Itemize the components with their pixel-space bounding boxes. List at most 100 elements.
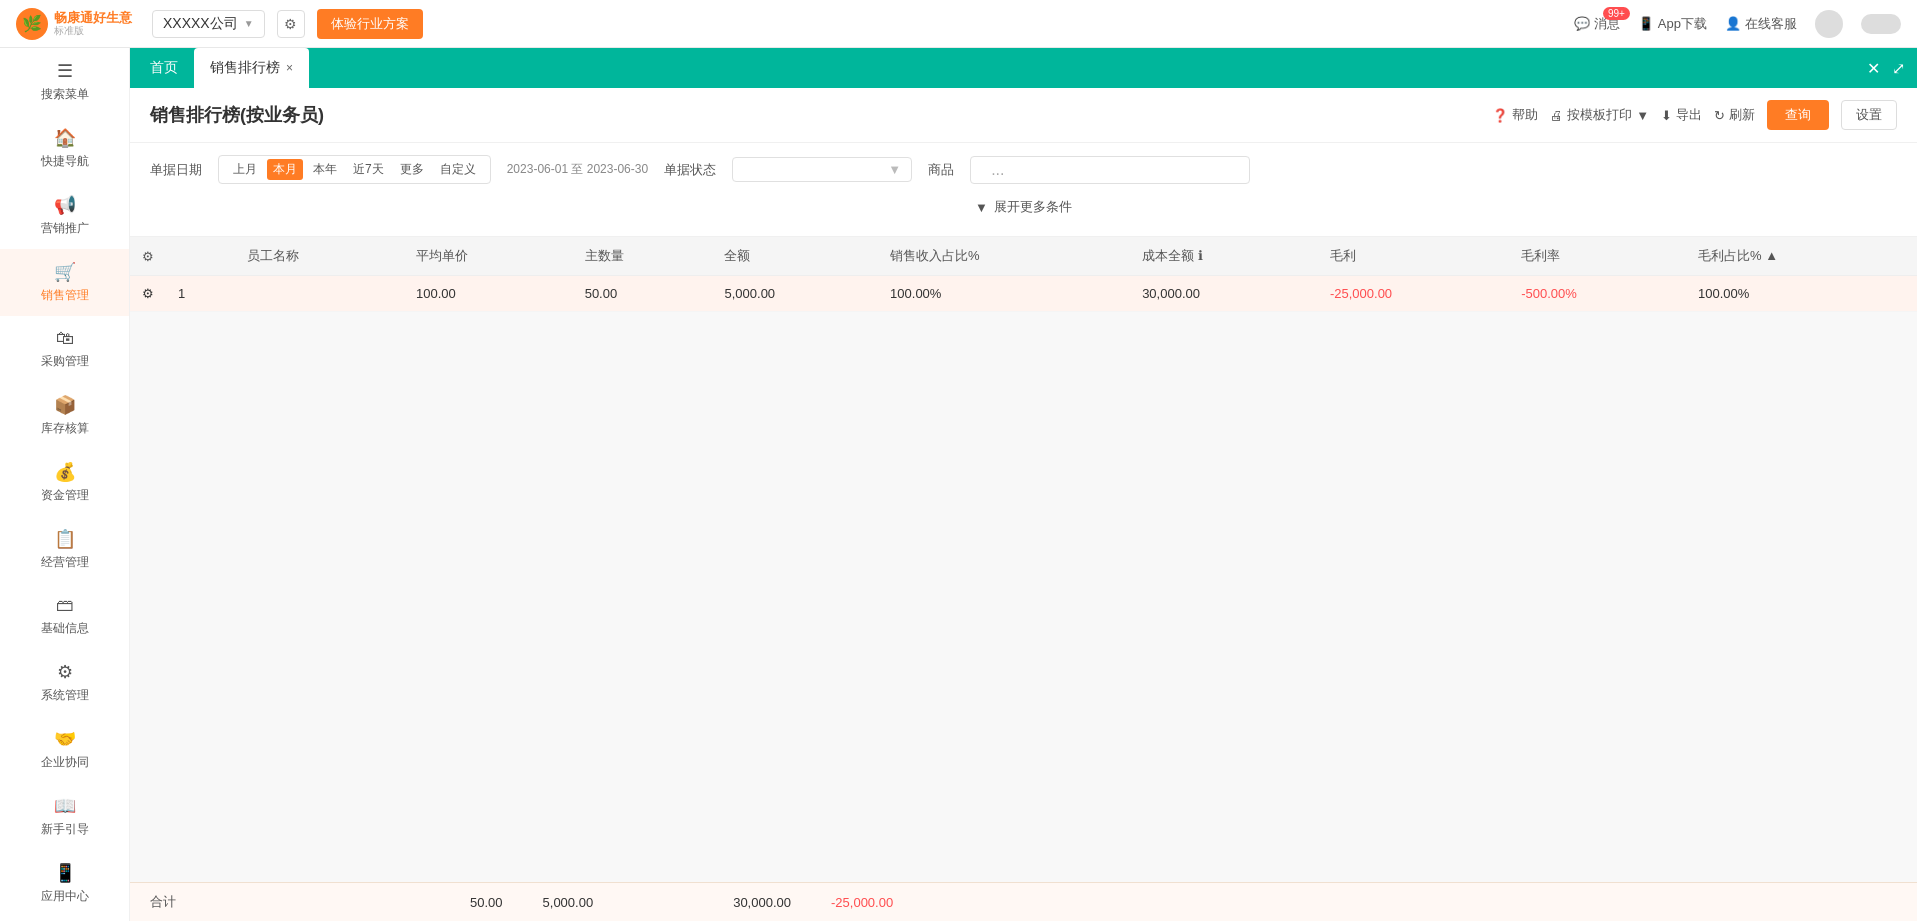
col-gross-rate: 毛利率	[1509, 237, 1686, 276]
company-name: XXXXX公司	[163, 15, 238, 33]
app-name: 畅康通好生意	[54, 10, 132, 26]
row-amount: 5,000.00	[712, 276, 878, 312]
query-button[interactable]: 查询	[1767, 100, 1829, 130]
refresh-icon: ↻	[1714, 108, 1725, 123]
system-icon: ⚙	[57, 661, 73, 683]
date-tab-自定义[interactable]: 自定义	[434, 159, 482, 180]
settings-button[interactable]: 设置	[1841, 100, 1897, 130]
date-tab-近7天[interactable]: 近7天	[347, 159, 390, 180]
refresh-button[interactable]: ↻ 刷新	[1714, 106, 1755, 124]
sidebar: ☰ 搜索菜单 🏠 快捷导航 📢 营销推广 🛒销售管理🛍采购管理📦库存核算💰资金管理 📋 经营管理…	[0, 48, 130, 921]
sidebar-item-wechat[interactable]: 💬企业微信	[0, 917, 129, 921]
sidebar-item-purchase[interactable]: 🛍采购管理	[0, 316, 129, 382]
sidebar-item-system[interactable]: ⚙ 系统管理	[0, 649, 129, 716]
settings-icon[interactable]: ⚙	[277, 10, 305, 38]
goods-select[interactable]: ...	[970, 156, 1250, 184]
sidebar-item-inventory[interactable]: 📦库存核算	[0, 382, 129, 449]
base-info-icon: 🗃	[56, 595, 74, 616]
footer-cost: 30,000.00	[733, 895, 791, 910]
sidebar-item-quick-nav[interactable]: 🏠 快捷导航	[0, 115, 129, 182]
date-tab-本年[interactable]: 本年	[307, 159, 343, 180]
tab-close-window-icon[interactable]: ✕	[1867, 59, 1880, 78]
sidebar-item-business[interactable]: 📋 经营管理	[0, 516, 129, 583]
sidebar-item-app-center[interactable]: 📱应用中心	[0, 850, 129, 917]
status-chevron-icon: ▼	[888, 162, 901, 177]
sidebar-label-search-order: 搜索菜单	[41, 86, 89, 103]
filter-bar: 单据日期 上月本月本年近7天更多自定义 2023-06-01 至 2023-06…	[130, 143, 1917, 237]
sidebar-label-business: 经营管理	[41, 554, 89, 571]
table-row: ⚙ 1 100.00 50.00 5,000.00 100.00% 30,000…	[130, 276, 1917, 312]
row-gross-rate: -500.00%	[1509, 276, 1686, 312]
search-order-icon: ☰	[57, 60, 73, 82]
online-service-item[interactable]: 👤 在线客服	[1725, 15, 1797, 33]
date-tab-本月[interactable]: 本月	[267, 159, 303, 180]
sidebar-label-inventory: 库存核算	[41, 420, 89, 437]
row-rank: 1	[166, 276, 235, 312]
company-selector[interactable]: XXXXX公司 ▼	[152, 10, 265, 38]
marketing-icon: 📢	[54, 194, 76, 216]
date-tab-上月[interactable]: 上月	[227, 159, 263, 180]
export-icon: ⬇	[1661, 108, 1672, 123]
sidebar-item-search-order[interactable]: ☰ 搜索菜单	[0, 48, 129, 115]
finance-icon: 💰	[54, 461, 76, 483]
main-content: 首页 销售排行榜 × ✕ ⤢ 销售排行榜(按业务员) ❓ 帮助 🖨 按模	[130, 48, 1917, 921]
sales-icon: 🛒	[54, 261, 76, 283]
print-button[interactable]: 🖨 按模板打印 ▼	[1550, 106, 1649, 124]
message-item[interactable]: 💬 消息 99+	[1574, 15, 1620, 33]
sidebar-item-finance[interactable]: 💰资金管理	[0, 449, 129, 516]
tab-close-icon[interactable]: ×	[286, 62, 293, 74]
sidebar-item-sales[interactable]: 🛒销售管理	[0, 249, 129, 316]
sidebar-item-enterprise[interactable]: 🤝 企业协同	[0, 716, 129, 783]
sidebar-label-system: 系统管理	[41, 687, 89, 704]
tab-maximize-icon[interactable]: ⤢	[1892, 59, 1905, 78]
col-cost: 成本全额 ℹ	[1130, 237, 1318, 276]
tab-bar-right: ✕ ⤢	[1867, 59, 1913, 78]
chevron-down-icon: ▼	[244, 18, 254, 29]
sidebar-item-base-info[interactable]: 🗃 基础信息	[0, 583, 129, 649]
app-sub: 标准版	[54, 25, 132, 37]
tab-home[interactable]: 首页	[134, 48, 194, 88]
tab-sales-ranking[interactable]: 销售排行榜 ×	[194, 48, 309, 88]
date-label: 单据日期	[150, 161, 202, 179]
top-bar: 🌿 畅康通好生意 标准版 XXXXX公司 ▼ ⚙ 体验行业方案 💬 消息 99+…	[0, 0, 1917, 48]
sidebar-item-newbie[interactable]: 📖新手引导	[0, 783, 129, 850]
row-sales-pct: 100.00%	[878, 276, 1130, 312]
page-actions: ❓ 帮助 🖨 按模板打印 ▼ ⬇ 导出 ↻ 刷新 查询 设置	[1492, 100, 1897, 130]
sidebar-label-quick-nav: 快捷导航	[41, 153, 89, 170]
user-name	[1861, 14, 1901, 34]
date-tab-更多[interactable]: 更多	[394, 159, 430, 180]
sidebar-label-newbie: 新手引导	[41, 821, 89, 838]
row-settings[interactable]: ⚙	[130, 276, 166, 312]
goods-label: 商品	[928, 161, 954, 179]
help-icon: ❓	[1492, 108, 1508, 123]
row-cost: 30,000.00	[1130, 276, 1318, 312]
export-button[interactable]: ⬇ 导出	[1661, 106, 1702, 124]
download-icon: 📱	[1638, 16, 1654, 31]
tab-bar: 首页 销售排行榜 × ✕ ⤢	[130, 48, 1917, 88]
enterprise-icon: 🤝	[54, 728, 76, 750]
row-gross: -25,000.00	[1318, 276, 1509, 312]
goods-more-icon[interactable]: ...	[987, 161, 1008, 179]
expand-more-btn[interactable]: ▼ 展开更多条件	[967, 190, 1080, 224]
col-settings[interactable]: ⚙	[130, 237, 166, 276]
app-download-item[interactable]: 📱 App下载	[1638, 15, 1707, 33]
table-area: ⚙ 员工名称 平均单价 主数量 全额 销售收入占比% 成本全额 ℹ 毛利 毛利率…	[130, 237, 1917, 882]
print-chevron-icon: ▼	[1636, 108, 1649, 123]
sidebar-label-enterprise: 企业协同	[41, 754, 89, 771]
col-gross-pct: 毛利占比% ▲	[1686, 237, 1917, 276]
help-button[interactable]: ❓ 帮助	[1492, 106, 1538, 124]
sidebar-label-marketing: 营销推广	[41, 220, 89, 237]
sidebar-label-base-info: 基础信息	[41, 620, 89, 637]
message-icon: 💬	[1574, 16, 1590, 31]
avatar[interactable]	[1815, 10, 1843, 38]
footer-gross: -25,000.00	[831, 895, 893, 910]
quick-nav-icon: 🏠	[54, 127, 76, 149]
row-main-qty: 50.00	[573, 276, 713, 312]
sidebar-item-marketing[interactable]: 📢 营销推广	[0, 182, 129, 249]
col-avg-price: 平均单价	[404, 237, 573, 276]
status-select[interactable]: ▼	[732, 157, 912, 182]
row-name	[235, 276, 404, 312]
business-icon: 📋	[54, 528, 76, 550]
row-avg-price: 100.00	[404, 276, 573, 312]
trial-button[interactable]: 体验行业方案	[317, 9, 423, 39]
